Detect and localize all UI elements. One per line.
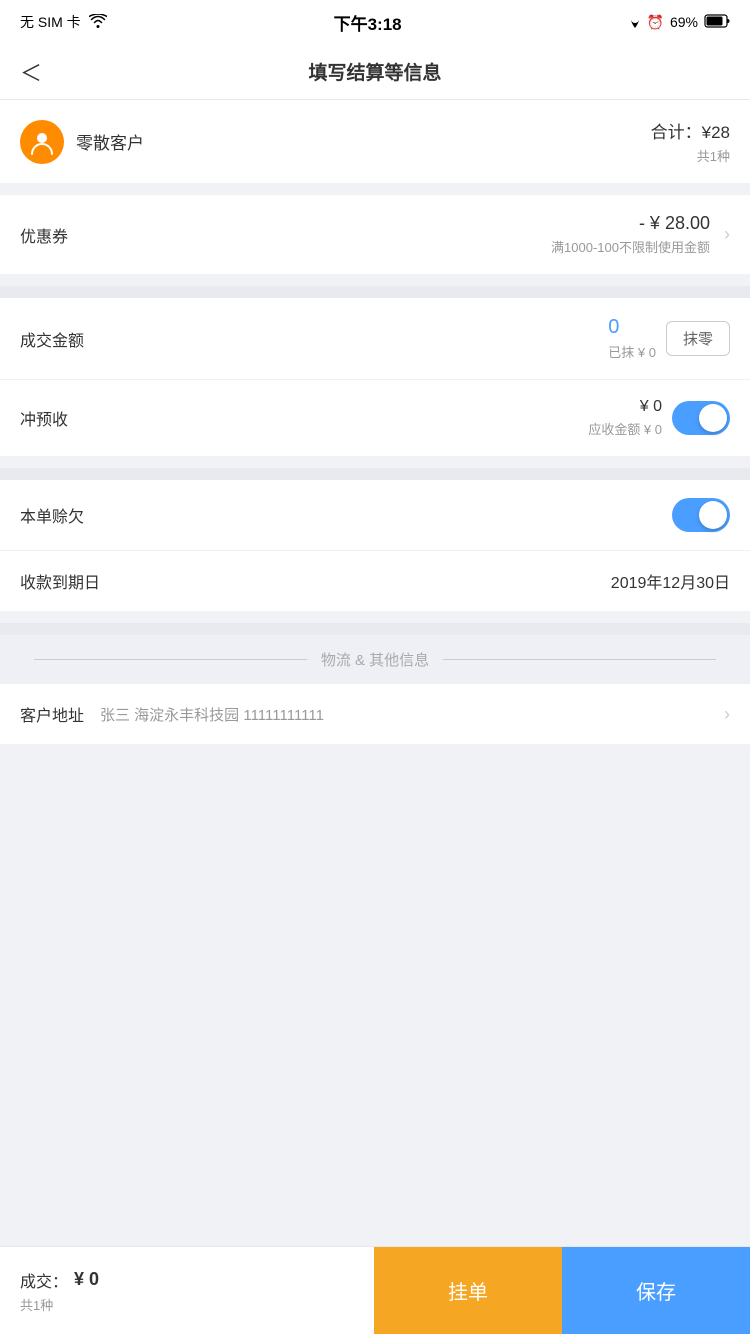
coupon-discount-value: - ¥ 28.00 bbox=[551, 213, 710, 234]
coupon-section: 优惠券 - ¥ 28.00 满1000-100不限制使用金额 › bbox=[0, 195, 750, 274]
debt-toggle-knob bbox=[699, 501, 727, 529]
deal-amount-sub: 已抹 ¥ 0 bbox=[608, 342, 656, 361]
address-row[interactable]: 客户地址 张三 海淀永丰科技园 11111111111 › bbox=[0, 684, 750, 745]
prepayment-label: 冲预收 bbox=[20, 406, 68, 430]
battery-percent: 69% bbox=[670, 14, 698, 30]
coupon-right: - ¥ 28.00 满1000-100不限制使用金额 › bbox=[551, 213, 730, 256]
address-value: 张三 海淀永丰科技园 11111111111 bbox=[100, 704, 704, 725]
deal-amount-value-block: 0 已抹 ¥ 0 bbox=[608, 316, 656, 361]
prepayment-toggle[interactable] bbox=[672, 401, 730, 435]
deal-section: 成交金额 0 已抹 ¥ 0 抹零 冲预收 ¥ 0 应收金额 ¥ 0 bbox=[0, 298, 750, 456]
prepayment-row: 冲预收 ¥ 0 应收金额 ¥ 0 bbox=[0, 380, 750, 456]
customer-right: 合计：¥28 共1种 bbox=[651, 118, 730, 165]
prepayment-value: ¥ 0 bbox=[588, 398, 662, 416]
status-left: 无 SIM 卡 bbox=[20, 12, 107, 32]
total-count: 共1种 bbox=[651, 146, 730, 165]
customer-left: 零散客户 bbox=[20, 120, 144, 164]
bottom-deal-row: 成交： ¥ 0 bbox=[20, 1268, 354, 1292]
customer-row: 零散客户 合计：¥28 共1种 bbox=[0, 100, 750, 183]
status-time: 下午3:18 bbox=[334, 10, 402, 35]
logistics-header: 物流 & 其他信息 bbox=[0, 635, 750, 684]
alarm-icon: ⏰ bbox=[647, 14, 664, 31]
battery-icon bbox=[704, 14, 730, 31]
bottom-bar: 成交： ¥ 0 共1种 挂单 保存 bbox=[0, 1246, 750, 1334]
debt-toggle[interactable] bbox=[672, 498, 730, 532]
debt-row: 本单赊欠 bbox=[0, 480, 750, 551]
coupon-chevron-icon: › bbox=[724, 224, 730, 245]
bottom-deal-label: 成交： bbox=[20, 1268, 68, 1292]
bottom-deal-amount: ¥ 0 bbox=[74, 1269, 99, 1290]
nav-bar: ＜ 填写结算等信息 bbox=[0, 44, 750, 100]
status-bar: 无 SIM 卡 下午3:18 ⏰ 69% bbox=[0, 0, 750, 44]
prepayment-sub: 应收金额 ¥ 0 bbox=[588, 419, 662, 438]
hold-button[interactable]: 挂单 bbox=[374, 1247, 562, 1334]
deal-amount-label: 成交金额 bbox=[20, 327, 84, 351]
back-button[interactable]: ＜ bbox=[12, 48, 50, 96]
avatar bbox=[20, 120, 64, 164]
debt-section: 本单赊欠 收款到期日 2019年12月30日 bbox=[0, 480, 750, 611]
wifi-icon bbox=[89, 14, 107, 31]
round-zero-button[interactable]: 抹零 bbox=[666, 321, 730, 356]
nav-title: 填写结算等信息 bbox=[308, 58, 441, 85]
due-date-row: 收款到期日 2019年12月30日 bbox=[0, 551, 750, 611]
toggle-knob bbox=[699, 404, 727, 432]
coupon-value-block: - ¥ 28.00 满1000-100不限制使用金额 bbox=[551, 213, 710, 256]
address-chevron-icon: › bbox=[724, 704, 730, 725]
divider-1 bbox=[0, 286, 750, 298]
divider-2 bbox=[0, 468, 750, 480]
address-section: 客户地址 张三 海淀永丰科技园 11111111111 › bbox=[0, 684, 750, 745]
total-amount: 合计：¥28 bbox=[651, 118, 730, 143]
deal-amount-row: 成交金额 0 已抹 ¥ 0 抹零 bbox=[0, 298, 750, 380]
prepayment-value-block: ¥ 0 应收金额 ¥ 0 bbox=[588, 398, 662, 438]
bottom-count: 共1种 bbox=[20, 1295, 354, 1314]
deal-amount-value: 0 bbox=[608, 316, 656, 339]
due-date-label: 收款到期日 bbox=[20, 569, 100, 593]
prepayment-right: ¥ 0 应收金额 ¥ 0 bbox=[588, 398, 730, 438]
customer-name: 零散客户 bbox=[76, 129, 144, 154]
due-date-value: 2019年12月30日 bbox=[611, 569, 730, 593]
location-icon bbox=[629, 13, 641, 32]
status-right: ⏰ 69% bbox=[629, 13, 730, 32]
logistics-title: 物流 & 其他信息 bbox=[321, 649, 429, 670]
deal-amount-right: 0 已抹 ¥ 0 抹零 bbox=[608, 316, 730, 361]
address-label: 客户地址 bbox=[20, 702, 84, 726]
divider-3 bbox=[0, 623, 750, 635]
sim-text: 无 SIM 卡 bbox=[20, 12, 81, 32]
coupon-label: 优惠券 bbox=[20, 223, 68, 247]
save-button[interactable]: 保存 bbox=[562, 1247, 750, 1334]
bottom-info: 成交： ¥ 0 共1种 bbox=[0, 1268, 374, 1314]
coupon-sub-value: 满1000-100不限制使用金额 bbox=[551, 237, 710, 256]
coupon-row[interactable]: 优惠券 - ¥ 28.00 满1000-100不限制使用金额 › bbox=[0, 195, 750, 274]
content: 零散客户 合计：¥28 共1种 优惠券 - ¥ 28.00 满1000-100不… bbox=[0, 100, 750, 857]
debt-label: 本单赊欠 bbox=[20, 503, 84, 527]
